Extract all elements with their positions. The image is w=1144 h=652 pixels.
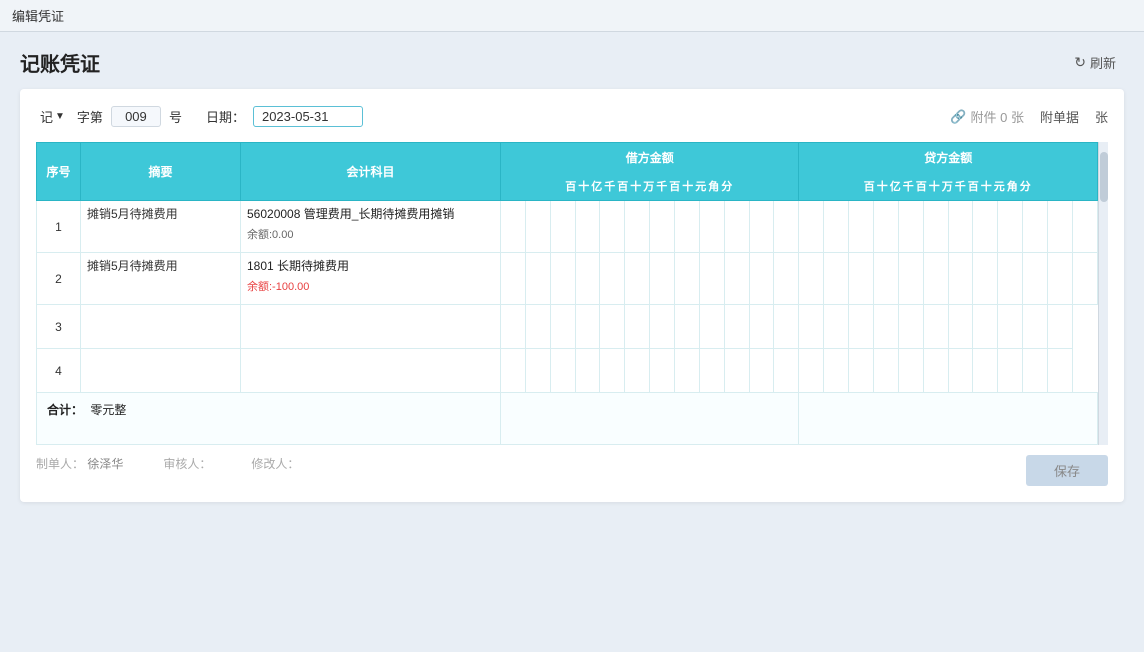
- modifier-field: 修改人：: [251, 455, 299, 486]
- creator-name: 徐泽华: [87, 457, 123, 471]
- table-row: 3: [37, 305, 1098, 349]
- footer-info: 制单人： 徐泽华 审核人： 修改人： 保存: [36, 445, 1108, 486]
- creator-field: 制单人： 徐泽华: [36, 455, 123, 486]
- row-debit-4[interactable]: [575, 201, 600, 253]
- hao-label: 号: [169, 107, 182, 126]
- reviewer-field: 审核人：: [163, 455, 211, 486]
- row-credit-11[interactable]: [1048, 201, 1073, 253]
- th-account: 会计科目: [241, 143, 501, 201]
- voucher-number-input[interactable]: [111, 106, 161, 127]
- total-credit: [799, 393, 1098, 445]
- row-debit-11[interactable]: [749, 201, 774, 253]
- row-seq: 1: [37, 201, 81, 253]
- row-seq: 4: [37, 349, 81, 393]
- ji-type-button[interactable]: 记 ▼: [36, 105, 69, 128]
- page-header: 记账凭证 ↻ 刷新: [20, 48, 1124, 77]
- row-credit-5[interactable]: [898, 201, 923, 253]
- row-credit-8[interactable]: [973, 201, 998, 253]
- row-debit-9[interactable]: [699, 201, 724, 253]
- save-button[interactable]: 保存: [1026, 455, 1108, 486]
- row-credit-6[interactable]: [923, 201, 948, 253]
- row-summary[interactable]: [81, 305, 241, 349]
- row-credit-3[interactable]: [849, 201, 874, 253]
- row-debit-5[interactable]: [600, 201, 625, 253]
- row-credit-1[interactable]: [799, 201, 824, 253]
- total-debit: [501, 393, 799, 445]
- row-debit-7[interactable]: [650, 201, 675, 253]
- table-row: 1 摊销5月待摊费用 56020008 管理费用_长期待摊费用摊销 余额:0.0…: [37, 201, 1098, 253]
- th-credit-sub: 百十亿千百十万千百十元角分: [799, 172, 1098, 201]
- row-debit-8[interactable]: [675, 201, 700, 253]
- attach-label: 附件 0 张: [971, 107, 1024, 126]
- total-value: 零元整: [90, 403, 126, 417]
- attach-button[interactable]: 🔗 附件 0 张: [950, 107, 1024, 126]
- row-account[interactable]: [241, 305, 501, 349]
- refresh-button[interactable]: ↻ 刷新: [1066, 49, 1124, 76]
- voucher-meta: 记 ▼ 字第 号 日期： 🔗 附件 0 张 附单据: [36, 105, 1108, 128]
- title-bar: 编辑凭证: [0, 0, 1144, 32]
- table-row: 2 摊销5月待摊费用 1801 长期待摊费用 余额:-100.00: [37, 253, 1098, 305]
- voucher-table-wrapper: 序号 摘要 会计科目 借方金额: [36, 142, 1108, 486]
- ji-label: 记: [40, 107, 53, 126]
- th-debit-sub: 百十亿千百十万千百十元角分: [501, 172, 799, 201]
- meta-right: 🔗 附件 0 张 附单据 张: [950, 107, 1108, 126]
- row-credit-10[interactable]: [1023, 201, 1048, 253]
- row-summary[interactable]: [81, 349, 241, 393]
- row-summary[interactable]: 摊销5月待摊费用: [81, 253, 241, 305]
- page-title: 记账凭证: [20, 48, 100, 77]
- row-seq: 2: [37, 253, 81, 305]
- row-account[interactable]: [241, 349, 501, 393]
- th-debit-group: 借方金额: [501, 143, 799, 173]
- date-label: 日期：: [206, 107, 245, 126]
- refresh-icon: ↻: [1074, 54, 1086, 71]
- total-row: 合计： 零元整: [37, 393, 1098, 445]
- zhang-label: 张: [1095, 107, 1108, 126]
- single-voucher-button[interactable]: 附单据: [1040, 107, 1079, 126]
- row-seq: 3: [37, 305, 81, 349]
- row-credit-9[interactable]: [998, 201, 1023, 253]
- voucher-table: 序号 摘要 会计科目 借方金额: [36, 142, 1098, 445]
- scrollbar-track[interactable]: [1098, 142, 1108, 445]
- row-credit-2[interactable]: [824, 201, 849, 253]
- total-label: 合计： 零元整: [37, 393, 501, 445]
- th-seq: 序号: [37, 143, 81, 201]
- scrollbar-thumb[interactable]: [1100, 152, 1108, 202]
- title-bar-label: 编辑凭证: [12, 6, 64, 25]
- main-container: 记账凭证 ↻ 刷新 记 ▼ 字第 号 日期： 🔗: [0, 32, 1144, 652]
- voucher-card: 记 ▼ 字第 号 日期： 🔗 附件 0 张 附单据: [20, 89, 1124, 502]
- th-summary: 摘要: [81, 143, 241, 201]
- row-account[interactable]: 56020008 管理费用_长期待摊费用摊销 余额:0.00: [241, 201, 501, 253]
- ji-dropdown-icon: ▼: [55, 111, 65, 122]
- row-debit-1[interactable]: [501, 201, 526, 253]
- row-debit-6[interactable]: [625, 201, 650, 253]
- row-credit-7[interactable]: [948, 201, 973, 253]
- row-summary[interactable]: 摊销5月待摊费用: [81, 201, 241, 253]
- row-debit-2[interactable]: [525, 201, 550, 253]
- row-debit-10[interactable]: [724, 201, 749, 253]
- date-input[interactable]: [253, 106, 363, 127]
- refresh-label: 刷新: [1090, 53, 1116, 72]
- row-debit-12[interactable]: [774, 201, 799, 253]
- row-credit-4[interactable]: [874, 201, 899, 253]
- table-row: 4: [37, 349, 1098, 393]
- row-debit-3[interactable]: [550, 201, 575, 253]
- zi-label: 字第: [77, 107, 103, 126]
- attach-icon: 🔗: [950, 109, 966, 125]
- row-credit-12[interactable]: [1072, 201, 1097, 253]
- th-credit-group: 贷方金额: [799, 143, 1098, 173]
- row-account[interactable]: 1801 长期待摊费用 余额:-100.00: [241, 253, 501, 305]
